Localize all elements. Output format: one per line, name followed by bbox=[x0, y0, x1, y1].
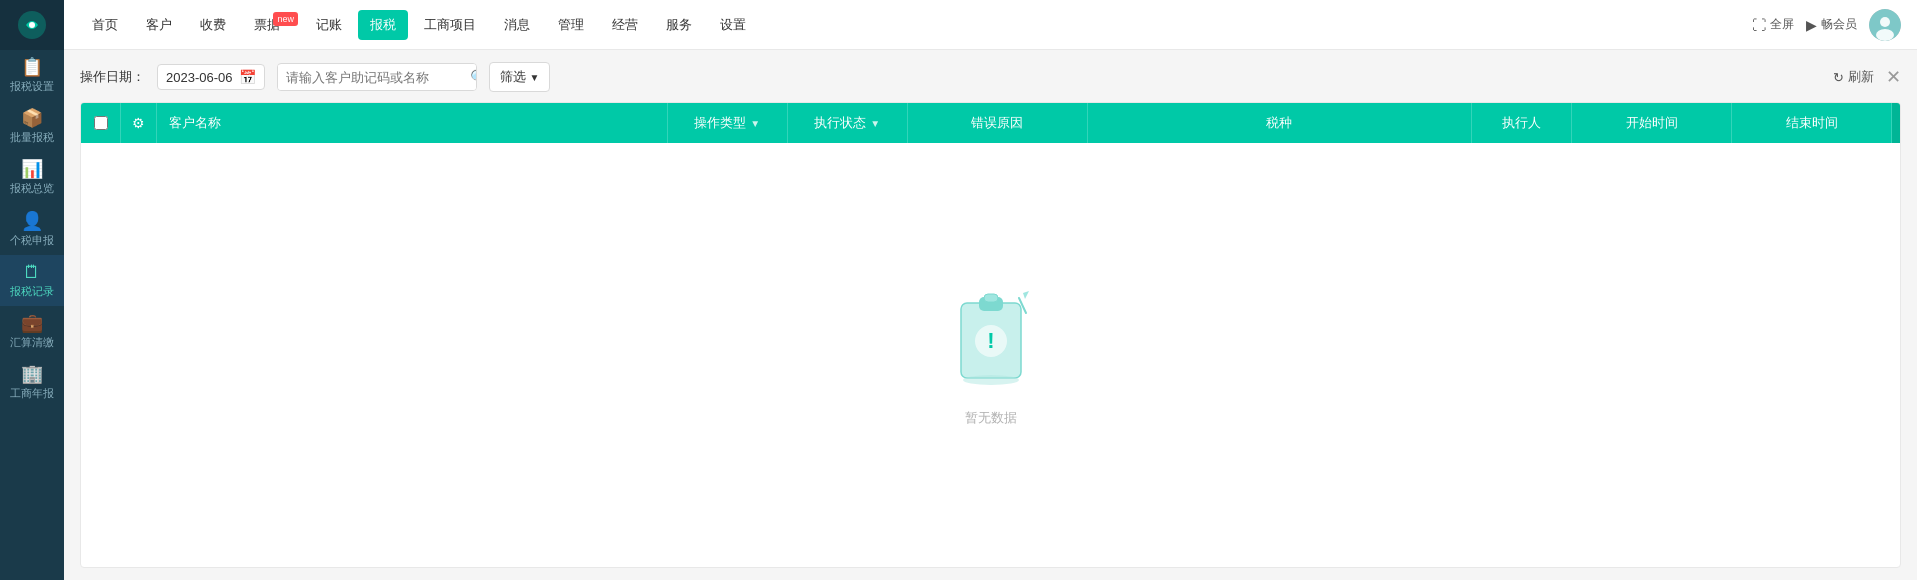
sidebar-item-piliang-baoshui[interactable]: 📦 批量报税 bbox=[0, 101, 64, 152]
topnav-item-kehu[interactable]: 客户 bbox=[134, 10, 184, 40]
th-executor: 执行人 bbox=[1472, 103, 1572, 143]
topnav-item-shouye[interactable]: 首页 bbox=[80, 10, 130, 40]
topnav-item-xiaoxi[interactable]: 消息 bbox=[492, 10, 542, 40]
main-area: 首页 客户 收费 票据 new 记账 报税 工商项目 消息 bbox=[64, 0, 1917, 580]
th-settings[interactable]: ⚙ bbox=[121, 103, 157, 143]
gongshang-nianbao-icon: 🏢 bbox=[21, 365, 43, 383]
svg-point-3 bbox=[1880, 17, 1890, 27]
refresh-icon: ↻ bbox=[1833, 70, 1844, 85]
th-error-reason: 错误原因 bbox=[908, 103, 1088, 143]
sidebar-item-huisuan-jiaona-label: 汇算清缴 bbox=[10, 336, 54, 349]
search-input[interactable] bbox=[278, 65, 462, 90]
logo-icon bbox=[16, 9, 48, 41]
topnav-item-jingying[interactable]: 经营 bbox=[600, 10, 650, 40]
sidebar: 📋 报税设置 📦 批量报税 📊 报税总览 👤 个税申报 🗒 报税记录 💼 汇算清… bbox=[0, 0, 64, 580]
th-op-type[interactable]: 操作类型 ▼ bbox=[668, 103, 788, 143]
baoshui-jilu-icon: 🗒 bbox=[23, 263, 41, 281]
toolbar-right: ↻ 刷新 ✕ bbox=[1833, 66, 1901, 88]
sidebar-item-baoshui-shezhi[interactable]: 📋 报税设置 bbox=[0, 50, 64, 101]
filter-button[interactable]: 筛选 ▼ bbox=[489, 62, 551, 92]
th-tax-type: 税种 bbox=[1088, 103, 1472, 143]
sidebar-logo[interactable] bbox=[0, 0, 64, 50]
sidebar-item-piliang-baoshui-label: 批量报税 bbox=[10, 131, 54, 144]
select-all-checkbox[interactable] bbox=[94, 116, 108, 130]
svg-point-4 bbox=[1876, 29, 1894, 41]
huisuan-jiaona-icon: 💼 bbox=[21, 314, 43, 332]
sidebar-item-baoshui-shezhi-label: 报税设置 bbox=[10, 80, 54, 93]
svg-marker-11 bbox=[1023, 291, 1029, 299]
topnav-item-guanli[interactable]: 管理 bbox=[546, 10, 596, 40]
th-scrollbar-space bbox=[1892, 103, 1900, 143]
topnav-item-jizhang[interactable]: 记账 bbox=[304, 10, 354, 40]
topnav: 首页 客户 收费 票据 new 记账 报税 工商项目 消息 bbox=[64, 0, 1917, 50]
svg-text:!: ! bbox=[987, 328, 994, 353]
svg-point-1 bbox=[29, 22, 35, 28]
topnav-item-piaoju[interactable]: 票据 new bbox=[242, 10, 300, 40]
geshui-shenbao-icon: 👤 bbox=[21, 212, 43, 230]
topnav-item-gongshang-xiangmu[interactable]: 工商项目 bbox=[412, 10, 488, 40]
empty-text: 暂无数据 bbox=[965, 409, 1017, 427]
baoshui-shezhi-icon: 📋 bbox=[21, 58, 43, 76]
table-header: ⚙ 客户名称 操作类型 ▼ 执行状态 ▼ 错误原因 税种 bbox=[81, 103, 1900, 143]
th-checkbox[interactable] bbox=[81, 103, 121, 143]
topnav-items: 首页 客户 收费 票据 new 记账 报税 工商项目 消息 bbox=[80, 10, 1752, 40]
table-body: ! 暂无数据 bbox=[81, 143, 1900, 567]
chevron-down-icon: ▼ bbox=[530, 72, 540, 83]
toolbar: 操作日期： 2023-06-06 📅 🔍 筛选 ▼ ↻ 刷新 ✕ bbox=[80, 62, 1901, 92]
th-name: 客户名称 bbox=[157, 103, 668, 143]
date-label: 操作日期： bbox=[80, 68, 145, 86]
sidebar-item-baoshui-zonglarn[interactable]: 📊 报税总览 bbox=[0, 152, 64, 203]
piliang-baoshui-icon: 📦 bbox=[21, 109, 43, 127]
th-exec-status[interactable]: 执行状态 ▼ bbox=[788, 103, 908, 143]
sidebar-item-geshui-shenbao-label: 个税申报 bbox=[10, 234, 54, 247]
sidebar-item-baoshui-zonglarn-label: 报税总览 bbox=[10, 182, 54, 195]
topnav-right: ⛶ 全屏 ▶ 畅会员 bbox=[1752, 9, 1901, 41]
th-start-time: 开始时间 bbox=[1572, 103, 1732, 143]
empty-state: ! 暂无数据 bbox=[941, 283, 1041, 427]
sidebar-item-baoshui-jilu-label: 报税记录 bbox=[10, 285, 54, 298]
exec-status-sort-icon: ▼ bbox=[870, 118, 880, 129]
play-icon: ▶ bbox=[1806, 17, 1817, 33]
avatar-image bbox=[1869, 9, 1901, 41]
topnav-item-baoshui[interactable]: 报税 bbox=[358, 10, 408, 40]
svg-point-12 bbox=[963, 375, 1019, 385]
piaoju-badge: new bbox=[273, 12, 298, 27]
topnav-item-fuwu[interactable]: 服务 bbox=[654, 10, 704, 40]
calendar-icon: 📅 bbox=[239, 69, 256, 85]
sidebar-item-geshui-shenbao[interactable]: 👤 个税申报 bbox=[0, 204, 64, 255]
empty-illustration: ! bbox=[941, 283, 1041, 393]
fullscreen-icon: ⛶ bbox=[1752, 17, 1766, 33]
sidebar-item-gongshang-nianbao-label: 工商年报 bbox=[10, 387, 54, 400]
search-wrap: 🔍 bbox=[277, 63, 477, 91]
topnav-item-shoufei[interactable]: 收费 bbox=[188, 10, 238, 40]
sidebar-item-huisuan-jiaona[interactable]: 💼 汇算清缴 bbox=[0, 306, 64, 357]
settings-icon: ⚙ bbox=[132, 115, 145, 131]
filter-label: 筛选 bbox=[500, 68, 526, 86]
op-type-sort-icon: ▼ bbox=[750, 118, 760, 129]
refresh-button[interactable]: ↻ 刷新 bbox=[1833, 68, 1874, 86]
sidebar-item-gongshang-nianbao[interactable]: 🏢 工商年报 bbox=[0, 357, 64, 408]
fullscreen-button[interactable]: ⛶ 全屏 bbox=[1752, 16, 1794, 33]
table-wrap: ⚙ 客户名称 操作类型 ▼ 执行状态 ▼ 错误原因 税种 bbox=[80, 102, 1901, 568]
topnav-item-shezhi[interactable]: 设置 bbox=[708, 10, 758, 40]
sidebar-item-baoshui-jilu[interactable]: 🗒 报税记录 bbox=[0, 255, 64, 306]
search-button[interactable]: 🔍 bbox=[462, 64, 477, 90]
user-avatar[interactable] bbox=[1869, 9, 1901, 41]
date-value: 2023-06-06 bbox=[166, 70, 233, 85]
close-button[interactable]: ✕ bbox=[1886, 66, 1901, 88]
th-end-time: 结束时间 bbox=[1732, 103, 1892, 143]
baoshui-zonglarn-icon: 📊 bbox=[21, 160, 43, 178]
member-button[interactable]: ▶ 畅会员 bbox=[1806, 16, 1857, 33]
date-picker[interactable]: 2023-06-06 📅 bbox=[157, 64, 265, 90]
content: 操作日期： 2023-06-06 📅 🔍 筛选 ▼ ↻ 刷新 ✕ bbox=[64, 50, 1917, 580]
svg-rect-7 bbox=[984, 294, 998, 302]
